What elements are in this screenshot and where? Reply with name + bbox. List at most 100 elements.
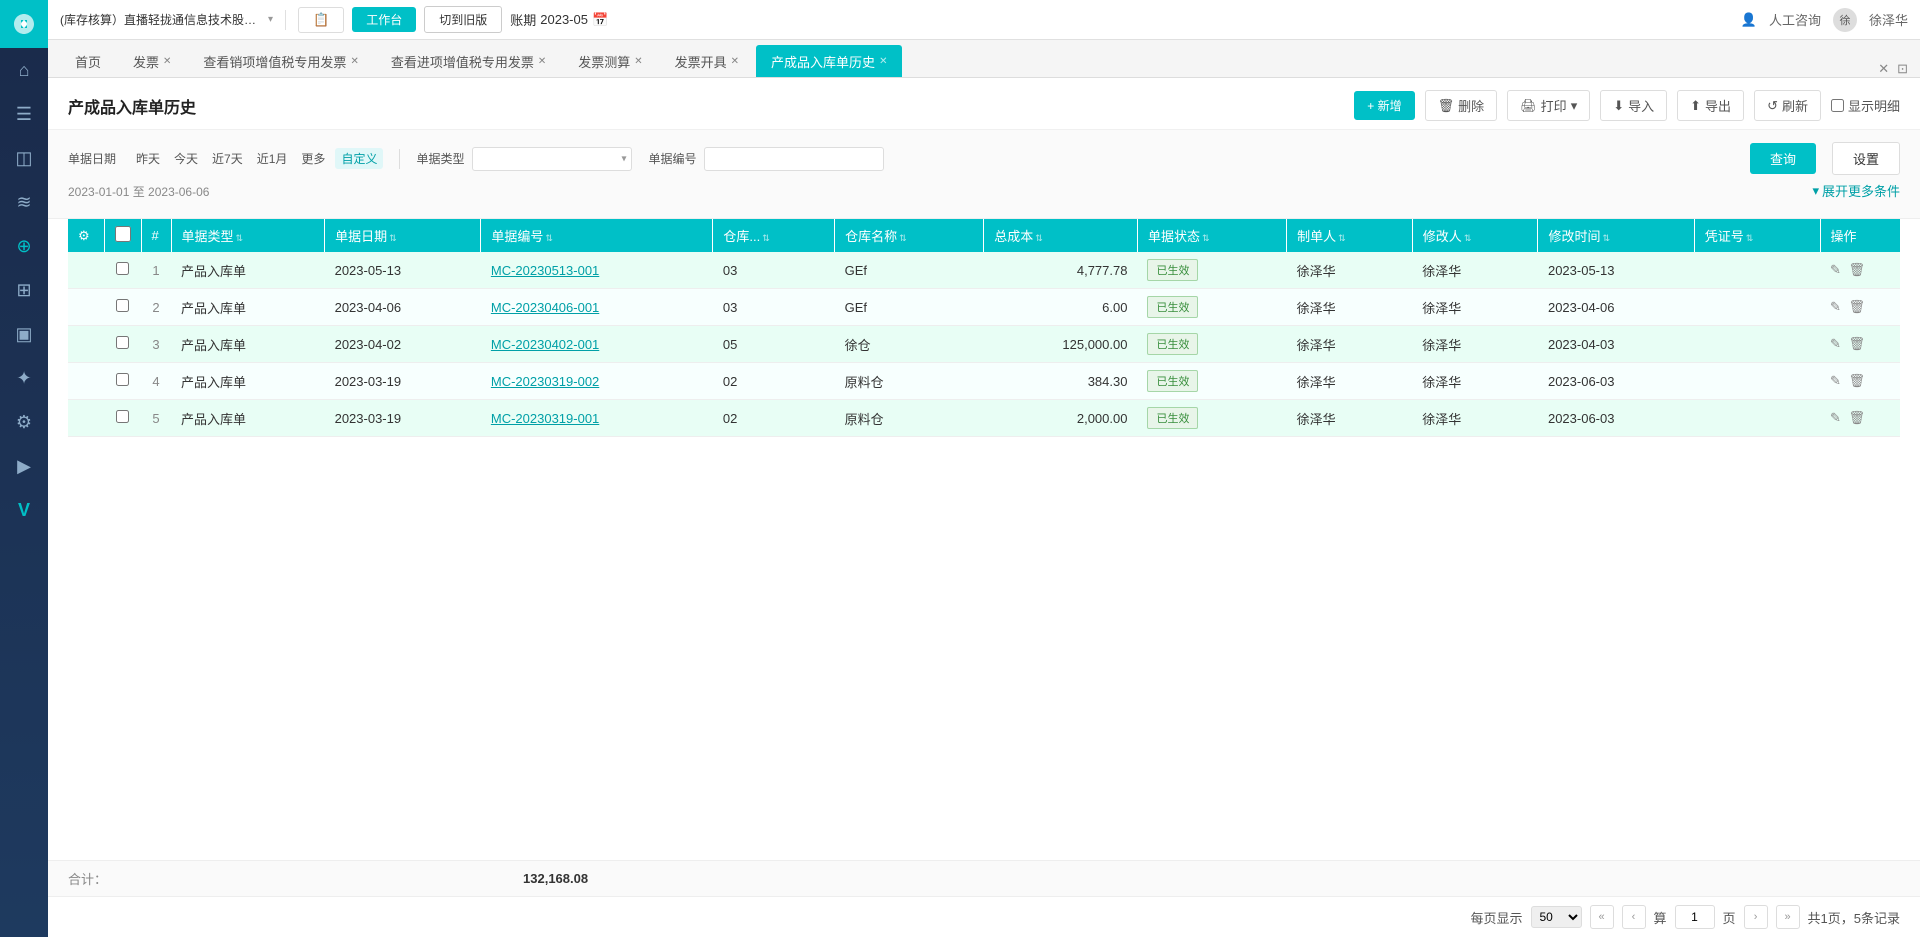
export-button[interactable]: ⬆ 导出	[1677, 90, 1744, 121]
show-detail-checkbox[interactable]: 显示明细	[1831, 96, 1900, 115]
switch-version-button[interactable]: 切到旧版	[424, 6, 502, 33]
row-edit-icon[interactable]: ✎	[1830, 336, 1841, 351]
row-checkbox-cell[interactable]	[104, 400, 141, 437]
row-edit-icon[interactable]: ✎	[1830, 262, 1841, 277]
row-checkbox-cell[interactable]	[104, 252, 141, 289]
tab-check-sales-close[interactable]: ✕	[350, 56, 358, 67]
set-button[interactable]: 设置	[1832, 142, 1900, 175]
new-button[interactable]: + 新增	[1354, 91, 1414, 120]
row-edit-icon[interactable]: ✎	[1830, 410, 1841, 425]
col-warehouse-name[interactable]: 仓库名称⇅	[835, 219, 984, 252]
select-all-checkbox[interactable]	[115, 226, 131, 242]
app-logo[interactable]	[0, 0, 48, 48]
row-number-link[interactable]: MC-20230319-001	[491, 411, 599, 426]
row-edit-icon[interactable]: ✎	[1830, 299, 1841, 314]
print-dropdown-icon[interactable]: ▾	[1571, 98, 1578, 114]
sidebar-item-lock[interactable]: ⊕	[0, 224, 48, 268]
shortcut-today[interactable]: 今天	[170, 148, 202, 169]
shortcut-yesterday[interactable]: 昨天	[132, 148, 164, 169]
tab-check-sales[interactable]: 查看销项增值税专用发票 ✕	[188, 45, 373, 77]
col-warehouse-code[interactable]: 仓库...⇅	[713, 219, 835, 252]
row-checkbox-cell[interactable]	[104, 326, 141, 363]
tab-product-history-close[interactable]: ✕	[879, 56, 887, 67]
last-page-btn[interactable]: »	[1776, 905, 1800, 929]
shortcut-custom[interactable]: 自定义	[335, 148, 383, 169]
sidebar-item-stamp[interactable]: ✦	[0, 356, 48, 400]
document-btn[interactable]: 📋	[298, 7, 344, 33]
tab-invoice-close[interactable]: ✕	[163, 56, 171, 67]
row-checkbox-cell[interactable]	[104, 289, 141, 326]
settings-icon[interactable]: ⚙	[78, 228, 90, 243]
col-voucher[interactable]: 凭证号⇅	[1694, 219, 1820, 252]
col-date[interactable]: 单据日期⇅	[325, 219, 481, 252]
row-delete-icon[interactable]: 🗑	[1849, 336, 1866, 351]
sidebar-item-doc[interactable]: ☰	[0, 92, 48, 136]
tab-check-purchase[interactable]: 查看进项增值税专用发票 ✕	[376, 45, 561, 77]
refresh-button[interactable]: ↺ 刷新	[1754, 90, 1821, 121]
row-number[interactable]: MC-20230402-001	[481, 326, 713, 363]
sidebar-item-grid[interactable]: ⊞	[0, 268, 48, 312]
shortcut-more[interactable]: 更多	[297, 148, 329, 169]
sidebar-item-settings[interactable]: ⚙	[0, 400, 48, 444]
col-checkbox[interactable]	[104, 219, 141, 252]
prev-page-btn[interactable]: ‹	[1622, 905, 1646, 929]
shortcut-1month[interactable]: 近1月	[253, 148, 292, 169]
row-number[interactable]: MC-20230406-001	[481, 289, 713, 326]
row-number-link[interactable]: MC-20230406-001	[491, 300, 599, 315]
show-detail-input[interactable]	[1831, 99, 1844, 112]
row-checkbox[interactable]	[116, 373, 129, 386]
row-delete-icon[interactable]: 🗑	[1849, 410, 1866, 425]
row-checkbox[interactable]	[116, 336, 129, 349]
sidebar-item-home[interactable]: ⌂	[0, 48, 48, 92]
sidebar-item-box[interactable]: ▣	[0, 312, 48, 356]
tab-invoice-calc[interactable]: 发票测算 ✕	[563, 45, 657, 77]
row-delete-icon[interactable]: 🗑	[1849, 262, 1866, 277]
col-total-cost[interactable]: 总成本⇅	[984, 219, 1138, 252]
page-number-input[interactable]: 1	[1675, 905, 1715, 929]
tab-invoice-open[interactable]: 发票开具 ✕	[660, 45, 754, 77]
calendar-icon[interactable]: 📅	[592, 12, 608, 28]
row-delete-icon[interactable]: 🗑	[1849, 299, 1866, 314]
row-number-link[interactable]: MC-20230513-001	[491, 263, 599, 278]
import-button[interactable]: ⬇ 导入	[1600, 90, 1667, 121]
row-edit-icon[interactable]: ✎	[1830, 373, 1841, 388]
number-input[interactable]	[704, 147, 884, 171]
type-select[interactable]: 产品入库单	[472, 147, 632, 171]
next-page-btn[interactable]: ›	[1744, 905, 1768, 929]
col-status[interactable]: 单据状态⇅	[1137, 219, 1286, 252]
row-delete-icon[interactable]: 🗑	[1849, 373, 1866, 388]
row-number[interactable]: MC-20230319-001	[481, 400, 713, 437]
row-number[interactable]: MC-20230319-002	[481, 363, 713, 400]
tab-product-history[interactable]: 产成品入库单历史 ✕	[756, 45, 902, 77]
row-number-link[interactable]: MC-20230402-001	[491, 337, 599, 352]
col-settings[interactable]: ⚙	[68, 219, 104, 252]
help-label[interactable]: 人工咨询	[1769, 10, 1821, 29]
print-button[interactable]: 🖨 打印 ▾	[1507, 90, 1590, 121]
per-page-select[interactable]: 50 100 200	[1531, 906, 1582, 928]
row-number[interactable]: MC-20230513-001	[481, 252, 713, 289]
expand-more-btn[interactable]: ▾ 展开更多条件	[1812, 181, 1900, 200]
col-modifier[interactable]: 修改人⇅	[1412, 219, 1538, 252]
sidebar-item-chart[interactable]: ◫	[0, 136, 48, 180]
col-type[interactable]: 单据类型⇅	[171, 219, 325, 252]
delete-button[interactable]: 🗑 删除	[1425, 90, 1498, 121]
tab-invoice-calc-close[interactable]: ✕	[634, 56, 642, 67]
row-checkbox[interactable]	[116, 262, 129, 275]
sidebar-item-play[interactable]: ▶	[0, 444, 48, 488]
row-checkbox[interactable]	[116, 299, 129, 312]
row-checkbox-cell[interactable]	[104, 363, 141, 400]
help-icon[interactable]: 👤	[1741, 12, 1757, 28]
col-creator[interactable]: 制单人⇅	[1287, 219, 1413, 252]
dropdown-icon[interactable]: ▾	[268, 14, 273, 25]
user-label[interactable]: 徐泽华	[1869, 10, 1908, 29]
row-number-link[interactable]: MC-20230319-002	[491, 374, 599, 389]
tab-invoice[interactable]: 发票 ✕	[118, 45, 186, 77]
row-checkbox[interactable]	[116, 410, 129, 423]
query-button[interactable]: 查询	[1750, 143, 1816, 174]
col-number[interactable]: 单据编号⇅	[481, 219, 713, 252]
workbench-button[interactable]: 工作台	[352, 7, 416, 32]
tab-expand[interactable]: ⊡	[1897, 61, 1908, 77]
sidebar-item-analytics[interactable]: ≋	[0, 180, 48, 224]
col-modify-time[interactable]: 修改时间⇅	[1538, 219, 1694, 252]
sidebar-item-v[interactable]: V	[0, 488, 48, 532]
